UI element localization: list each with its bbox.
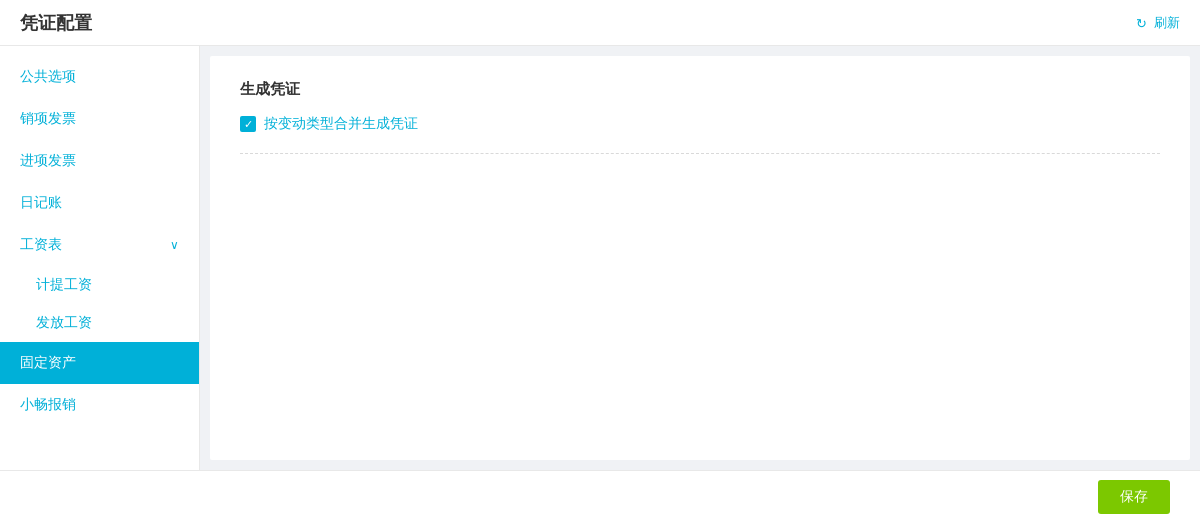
sidebar-item-accrual-salary[interactable]: 计提工资 — [0, 266, 199, 304]
sidebar-item-payroll[interactable]: 工资表 ∨ — [0, 224, 199, 266]
section-divider — [240, 153, 1160, 154]
top-bar: 凭证配置 ↻ 刷新 — [0, 0, 1200, 46]
sidebar-item-label: 固定资产 — [20, 354, 76, 372]
sidebar-item-fixed-assets[interactable]: 固定资产 — [0, 342, 199, 384]
checkbox-label: 按变动类型合并生成凭证 — [264, 115, 418, 133]
sidebar-item-label: 销项发票 — [20, 110, 76, 128]
footer: 保存 — [0, 470, 1200, 522]
content-area: 生成凭证 ✓ 按变动类型合并生成凭证 — [210, 56, 1190, 460]
checkbox-merge[interactable]: ✓ — [240, 116, 256, 132]
sidebar-item-public[interactable]: 公共选项 — [0, 56, 199, 98]
refresh-button[interactable]: ↻ 刷新 — [1136, 14, 1180, 32]
refresh-label: 刷新 — [1154, 14, 1180, 32]
sidebar-item-journal[interactable]: 日记账 — [0, 182, 199, 224]
refresh-icon: ↻ — [1136, 16, 1150, 30]
sidebar-item-label: 日记账 — [20, 194, 62, 212]
main-content: 公共选项 销项发票 进项发票 日记账 工资表 ∨ 计提工资 发放工资 固定资 — [0, 46, 1200, 470]
section-title: 生成凭证 — [240, 80, 1160, 99]
sidebar-item-label: 发放工资 — [36, 314, 92, 330]
sidebar-item-label: 工资表 — [20, 236, 62, 254]
sidebar-item-label: 公共选项 — [20, 68, 76, 86]
checkbox-row[interactable]: ✓ 按变动类型合并生成凭证 — [240, 115, 1160, 133]
sidebar-item-label: 进项发票 — [20, 152, 76, 170]
page-title: 凭证配置 — [20, 11, 92, 35]
save-button[interactable]: 保存 — [1098, 480, 1170, 514]
chevron-down-icon: ∨ — [170, 238, 179, 252]
sidebar-item-pay-salary[interactable]: 发放工资 — [0, 304, 199, 342]
check-icon: ✓ — [244, 118, 253, 131]
sidebar: 公共选项 销项发票 进项发票 日记账 工资表 ∨ 计提工资 发放工资 固定资 — [0, 46, 200, 470]
sidebar-item-label: 小畅报销 — [20, 396, 76, 414]
sidebar-item-purchase-invoice[interactable]: 进项发票 — [0, 140, 199, 182]
sidebar-item-label: 计提工资 — [36, 276, 92, 292]
sidebar-item-sales-invoice[interactable]: 销项发票 — [0, 98, 199, 140]
sidebar-item-petty-cash[interactable]: 小畅报销 — [0, 384, 199, 426]
